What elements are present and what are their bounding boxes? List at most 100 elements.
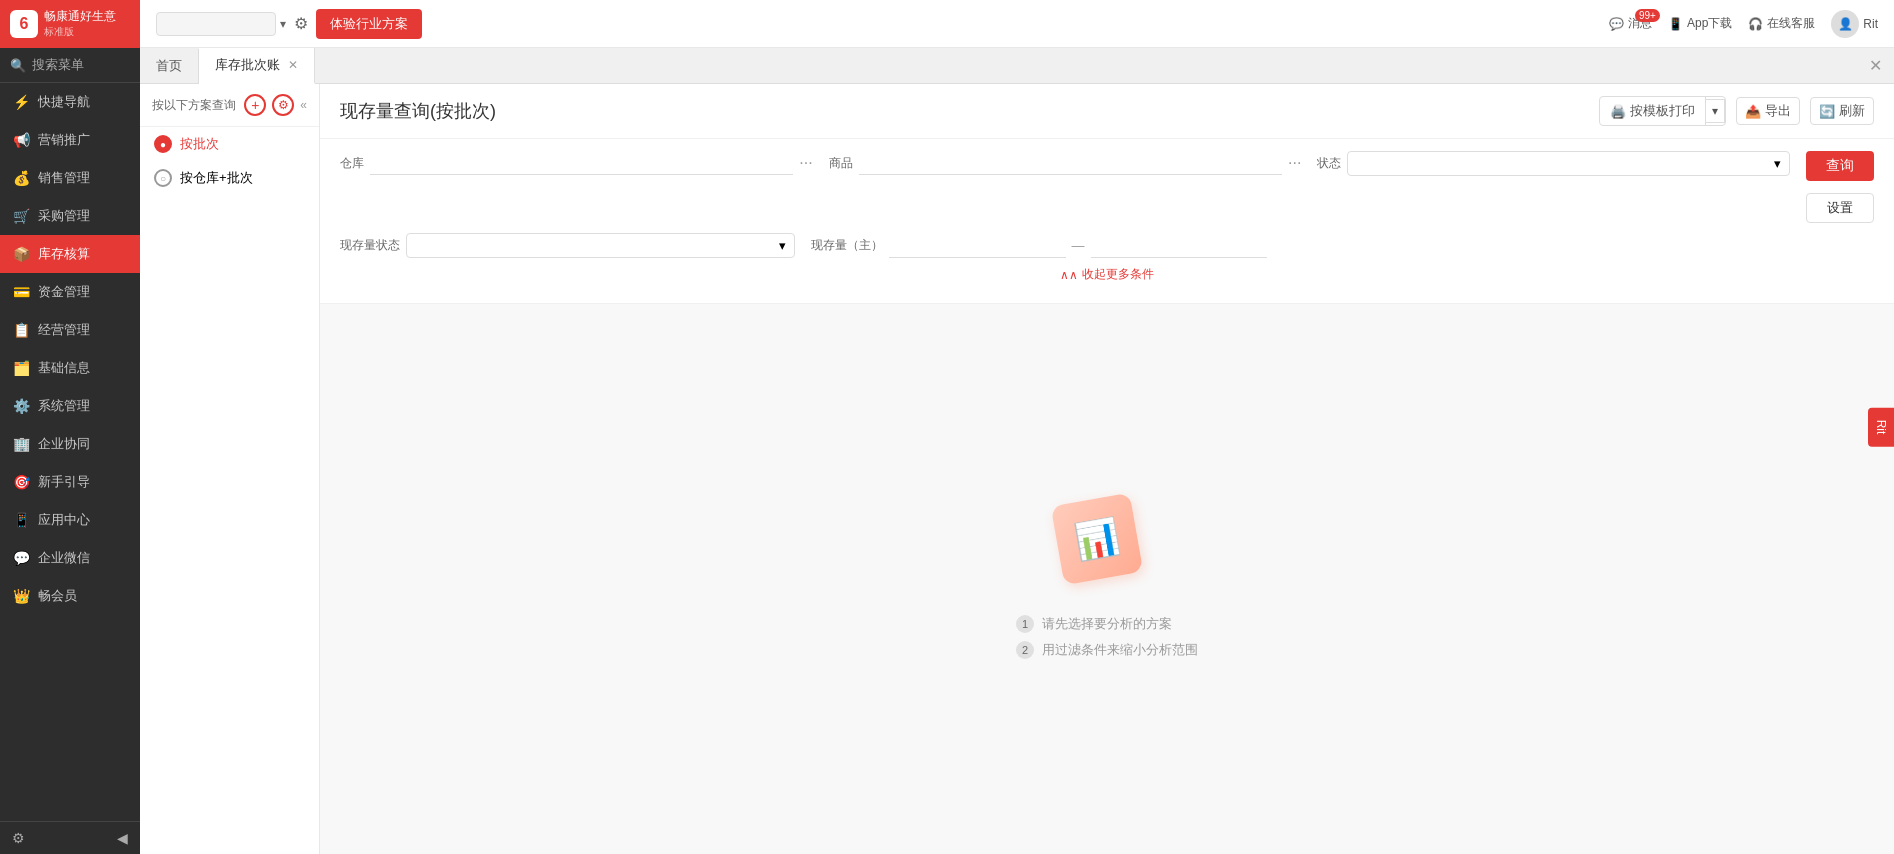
sidebar-item-sales[interactable]: 💰 销售管理 <box>0 159 140 197</box>
app-subtitle: 标准版 <box>44 25 116 39</box>
stock-qty-label: 现存量（主） <box>811 237 883 254</box>
status-filter-group: 状态 ▾ <box>1317 151 1790 176</box>
plan-icon-by-warehouse-batch: ○ <box>154 169 172 187</box>
search-menu-label: 搜索菜单 <box>32 56 84 74</box>
plan-item-by-warehouse-batch[interactable]: ○ 按仓库+批次 <box>140 161 319 195</box>
sidebar-item-member[interactable]: 👑 畅会员 <box>0 577 140 615</box>
page-header: 现存量查询(按批次) 🖨️ 按模板打印 ▾ 📤 导出 🔄 <box>320 84 1894 139</box>
plan-label-by-warehouse-batch: 按仓库+批次 <box>180 169 253 187</box>
print-template-button[interactable]: 🖨️ 按模板打印 <box>1600 97 1706 125</box>
query-button[interactable]: 查询 <box>1806 151 1874 181</box>
topbar-dropdown-btn[interactable]: ▾ <box>280 17 286 31</box>
empty-tip-1: 1 请先选择要分析的方案 <box>1016 615 1198 633</box>
warehouse-input[interactable] <box>370 151 793 175</box>
tab-close-icon[interactable]: ✕ <box>288 58 298 72</box>
stock-status-filter-group: 现存量状态 ▾ <box>340 233 795 258</box>
plan-label-by-batch: 按批次 <box>180 135 219 153</box>
close-all-tabs-button[interactable]: ✕ <box>1857 56 1894 75</box>
topbar-gear-button[interactable]: ⚙ <box>294 14 308 33</box>
plan-item-by-batch[interactable]: ● 按批次 <box>140 127 319 161</box>
sidebar-item-finance[interactable]: 💳 资金管理 <box>0 273 140 311</box>
stock-status-select[interactable]: ▾ <box>406 233 795 258</box>
sidebar-item-enterprise[interactable]: 🏢 企业协同 <box>0 425 140 463</box>
stock-qty-to-input[interactable] <box>1091 234 1267 258</box>
sidebar-item-operations[interactable]: 📋 经营管理 <box>0 311 140 349</box>
empty-tips: 1 请先选择要分析的方案 2 用过滤条件来缩小分析范围 <box>1016 615 1198 659</box>
stock-qty-separator: — <box>1072 238 1085 253</box>
experience-btn[interactable]: 体验行业方案 <box>316 9 422 39</box>
print-label: 按模板打印 <box>1630 102 1695 120</box>
sidebar-item-label: 销售管理 <box>38 169 90 187</box>
collapse-more-button[interactable]: ∧∧ 收起更多条件 <box>340 258 1874 291</box>
print-btn-group: 🖨️ 按模板打印 ▾ <box>1599 96 1726 126</box>
filter-settings-button[interactable]: 设置 <box>1806 193 1874 223</box>
topbar-search-input[interactable] <box>156 12 276 36</box>
warehouse-dots-button[interactable]: ··· <box>799 154 812 172</box>
user-item[interactable]: 👤 Rit <box>1831 10 1878 38</box>
messages-item[interactable]: 💬 消息 99+ <box>1609 15 1652 32</box>
page-title: 现存量查询(按批次) <box>340 99 496 123</box>
sidebar-item-label: 快捷导航 <box>38 93 90 111</box>
collapse-left-panel-button[interactable]: « <box>300 94 307 116</box>
empty-icon-visual: 📊 <box>1051 493 1144 586</box>
refresh-button[interactable]: 🔄 刷新 <box>1810 97 1874 125</box>
product-input[interactable] <box>859 151 1282 175</box>
right-edge-tab[interactable]: Rit <box>1868 408 1894 447</box>
topbar-search-area: ▾ <box>156 12 286 36</box>
search-menu-item[interactable]: 🔍 搜索菜单 <box>0 48 140 83</box>
tab-inventory-batch-label: 库存批次账 <box>215 56 280 74</box>
sidebar-item-basic[interactable]: 🗂️ 基础信息 <box>0 349 140 387</box>
stock-qty-from-input[interactable] <box>889 234 1065 258</box>
refresh-icon: 🔄 <box>1819 104 1835 119</box>
tab-home[interactable]: 首页 <box>140 49 199 83</box>
wechat-icon: 💬 <box>12 549 30 567</box>
page-container: 按以下方案查询 + ⚙ « ● 按批次 ○ 按仓库+批次 现存量查询(按批次) <box>140 84 1894 854</box>
sidebar-item-guide[interactable]: 🎯 新手引导 <box>0 463 140 501</box>
appstore-icon: 📱 <box>12 511 30 529</box>
sidebar: 6 畅康通好生意 标准版 🔍 搜索菜单 ⚡ 快捷导航 📢 营销推广 💰 销售管理… <box>0 0 140 854</box>
empty-tip-2: 2 用过滤条件来缩小分析范围 <box>1016 641 1198 659</box>
settings-plan-button[interactable]: ⚙ <box>272 94 294 116</box>
add-plan-button[interactable]: + <box>244 94 266 116</box>
left-panel-title: 按以下方案查询 <box>152 97 236 114</box>
sidebar-item-system[interactable]: ⚙️ 系统管理 <box>0 387 140 425</box>
sidebar-nav: ⚡ 快捷导航 📢 营销推广 💰 销售管理 🛒 采购管理 📦 库存核算 💳 资金管… <box>0 83 140 821</box>
sidebar-item-marketing[interactable]: 📢 营销推广 <box>0 121 140 159</box>
sidebar-footer: ⚙ ◀ <box>0 821 140 854</box>
purchase-icon: 🛒 <box>12 207 30 225</box>
system-icon: ⚙️ <box>12 397 30 415</box>
app-logo: 6 <box>10 10 38 38</box>
print-dropdown-button[interactable]: ▾ <box>1706 99 1725 123</box>
sidebar-item-wechat[interactable]: 💬 企业微信 <box>0 539 140 577</box>
app-download-item[interactable]: 📱 App下载 <box>1668 15 1732 32</box>
stock-status-label: 现存量状态 <box>340 237 400 254</box>
sidebar-item-label: 营销推广 <box>38 131 90 149</box>
user-avatar: 👤 <box>1831 10 1859 38</box>
export-button[interactable]: 📤 导出 <box>1736 97 1800 125</box>
sidebar-item-label: 应用中心 <box>38 511 90 529</box>
filter-row-1: 仓库 ··· 商品 ··· 状态 ▾ <box>340 151 1874 223</box>
product-dots-button[interactable]: ··· <box>1288 154 1301 172</box>
sidebar-item-purchase[interactable]: 🛒 采购管理 <box>0 197 140 235</box>
stock-status-dropdown-icon: ▾ <box>779 238 786 253</box>
collapse-sidebar-icon[interactable]: ◀ <box>117 830 128 846</box>
sidebar-item-quick-nav[interactable]: ⚡ 快捷导航 <box>0 83 140 121</box>
online-service-item[interactable]: 🎧 在线客服 <box>1748 15 1815 32</box>
settings-footer-icon[interactable]: ⚙ <box>12 830 25 846</box>
empty-state: 📊 1 请先选择要分析的方案 2 用过滤条件来缩小分析范围 <box>1016 499 1198 659</box>
tip-num-1: 1 <box>1016 615 1034 633</box>
tip-text-1: 请先选择要分析的方案 <box>1042 615 1172 633</box>
messages-badge: 99+ <box>1635 9 1660 22</box>
sidebar-item-appstore[interactable]: 📱 应用中心 <box>0 501 140 539</box>
plan-icon-by-batch: ● <box>154 135 172 153</box>
tab-inventory-batch[interactable]: 库存批次账 ✕ <box>199 48 315 84</box>
operations-icon: 📋 <box>12 321 30 339</box>
sidebar-item-label: 企业协同 <box>38 435 90 453</box>
sales-icon: 💰 <box>12 169 30 187</box>
status-select[interactable]: ▾ <box>1347 151 1790 176</box>
product-label: 商品 <box>829 155 853 172</box>
sidebar-item-label: 库存核算 <box>38 245 90 263</box>
sidebar-item-inventory[interactable]: 📦 库存核算 <box>0 235 140 273</box>
app-title: 畅康通好生意 <box>44 9 116 25</box>
refresh-label: 刷新 <box>1839 102 1865 120</box>
